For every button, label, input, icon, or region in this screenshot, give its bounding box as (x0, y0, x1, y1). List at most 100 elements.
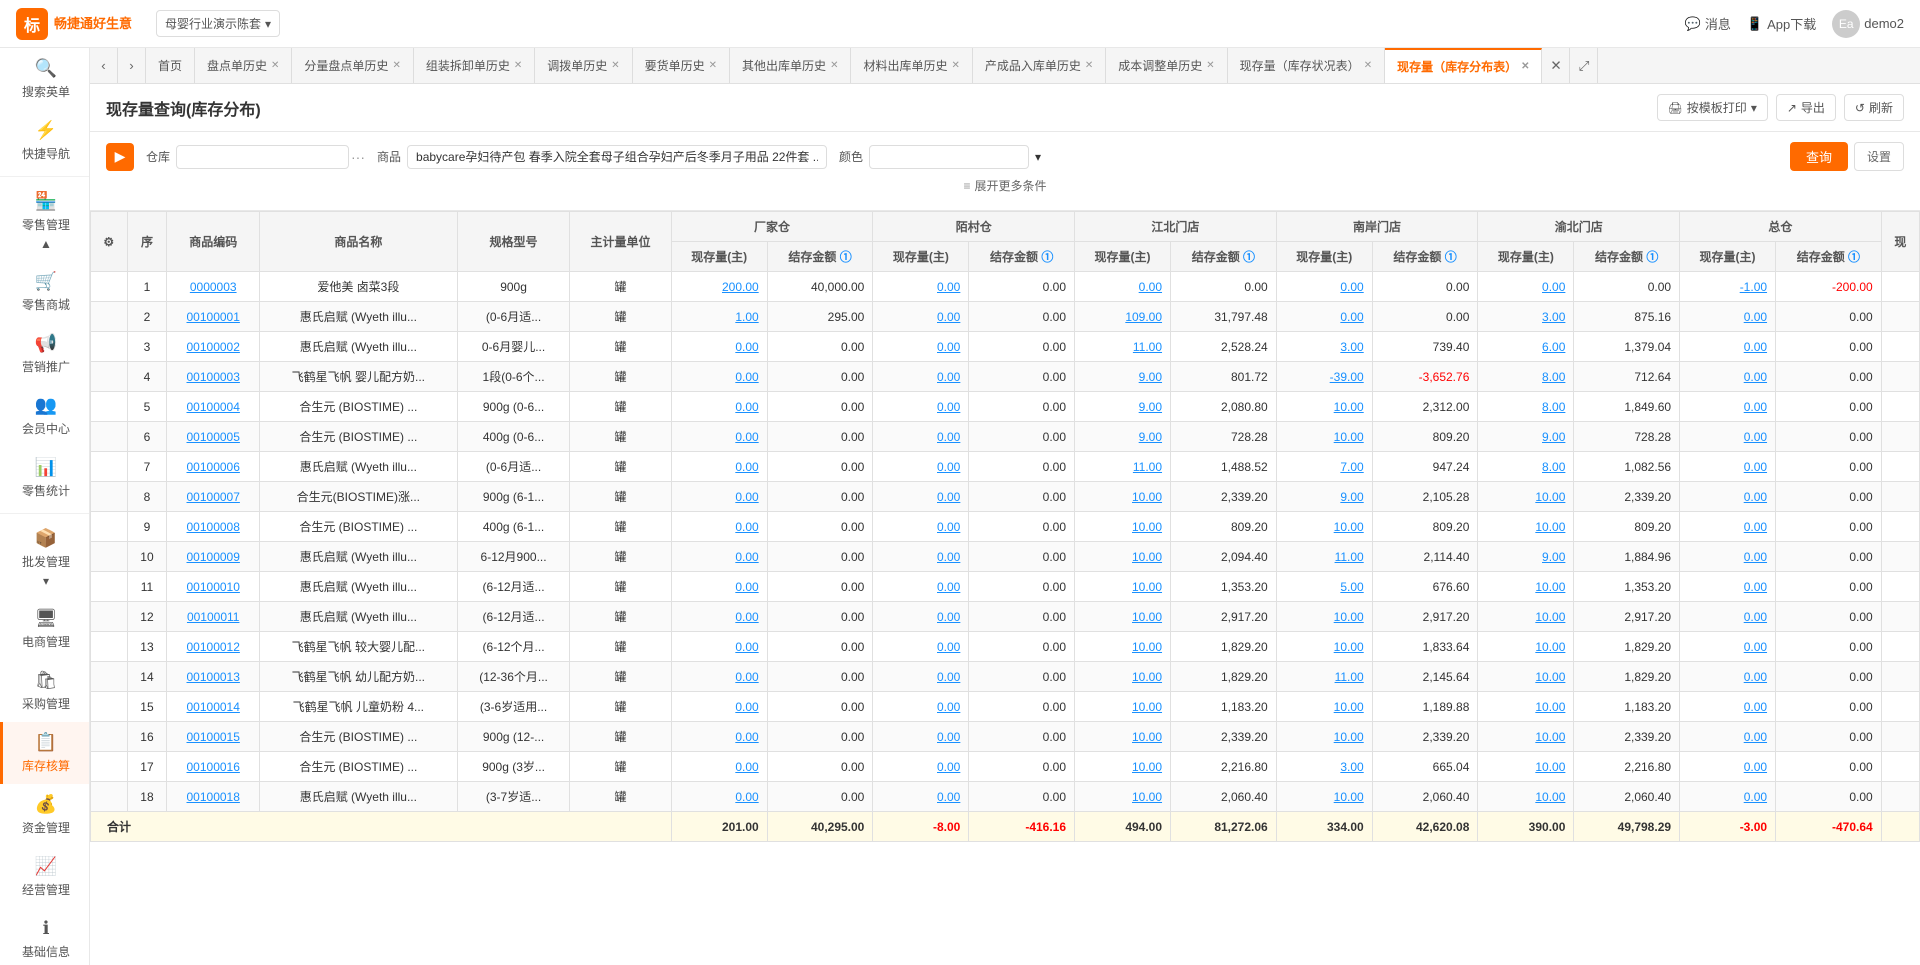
row-c1-qty[interactable]: 0.00 (671, 512, 767, 542)
row-c2-qty[interactable]: 0.00 (873, 782, 969, 812)
row-code[interactable]: 00100009 (167, 542, 260, 572)
row-code[interactable]: 00100001 (167, 302, 260, 332)
tab-stock-status[interactable]: 现存量（库存状况表） ✕ (1228, 48, 1385, 84)
row-c4-qty[interactable]: 10.00 (1276, 512, 1372, 542)
user-btn[interactable]: Ea demo2 (1832, 10, 1904, 38)
query-btn[interactable]: 查询 (1790, 142, 1848, 171)
row-c5-qty[interactable]: 10.00 (1478, 572, 1574, 602)
row-c3-qty[interactable]: 10.00 (1075, 602, 1171, 632)
row-total-qty[interactable]: 0.00 (1680, 752, 1776, 782)
sidebar-item-nav[interactable]: ⚡ 快捷导航 (0, 110, 89, 172)
row-c4-qty[interactable]: -39.00 (1276, 362, 1372, 392)
row-code[interactable]: 00100011 (167, 602, 260, 632)
row-c3-qty[interactable]: 10.00 (1075, 632, 1171, 662)
filter-expand-btn[interactable]: ▶ (106, 143, 134, 171)
tab-product-in[interactable]: 产成品入库单历史 ✕ (973, 48, 1106, 84)
row-c3-qty[interactable]: 10.00 (1075, 572, 1171, 602)
sidebar-item-purchase[interactable]: 🛍 采购管理 (0, 660, 89, 722)
row-c3-qty[interactable]: 10.00 (1075, 662, 1171, 692)
warehouse-dots-btn[interactable]: ··· (351, 149, 365, 165)
row-c1-qty[interactable]: 0.00 (671, 422, 767, 452)
row-c1-qty[interactable]: 0.00 (671, 362, 767, 392)
row-c4-qty[interactable]: 10.00 (1276, 422, 1372, 452)
row-c3-qty[interactable]: 10.00 (1075, 722, 1171, 752)
row-c3-qty[interactable]: 9.00 (1075, 362, 1171, 392)
tab-close-6[interactable]: ✕ (830, 60, 838, 71)
sidebar-item-finance[interactable]: 💰 资金管理 (0, 784, 89, 846)
row-c3-qty[interactable]: 9.00 (1075, 422, 1171, 452)
row-c2-qty[interactable]: 0.00 (873, 422, 969, 452)
row-c5-qty[interactable]: 8.00 (1478, 452, 1574, 482)
row-total-qty[interactable]: 0.00 (1680, 482, 1776, 512)
tab-cost-adjust[interactable]: 成本调整单历史 ✕ (1106, 48, 1227, 84)
row-c4-qty[interactable]: 0.00 (1276, 302, 1372, 332)
tab-other-out[interactable]: 其他出库单历史 ✕ (730, 48, 851, 84)
tab-material-out[interactable]: 材料出库单历史 ✕ (851, 48, 972, 84)
row-c4-qty[interactable]: 11.00 (1276, 662, 1372, 692)
row-code[interactable]: 00100003 (167, 362, 260, 392)
settings-btn[interactable]: 设置 (1854, 142, 1904, 171)
row-c4-qty[interactable]: 5.00 (1276, 572, 1372, 602)
sidebar-item-members[interactable]: 👥 会员中心 (0, 385, 89, 447)
row-c4-qty[interactable]: 11.00 (1276, 542, 1372, 572)
row-c2-qty[interactable]: 0.00 (873, 602, 969, 632)
row-c1-qty[interactable]: 0.00 (671, 572, 767, 602)
row-c2-qty[interactable]: 0.00 (873, 362, 969, 392)
sidebar-item-search[interactable]: 🔍 搜索英单 (0, 48, 89, 110)
row-code[interactable]: 00100008 (167, 512, 260, 542)
row-c1-qty[interactable]: 0.00 (671, 782, 767, 812)
row-c2-qty[interactable]: 0.00 (873, 632, 969, 662)
row-code[interactable]: 00100018 (167, 782, 260, 812)
row-c2-qty[interactable]: 0.00 (873, 752, 969, 782)
sidebar-item-mall[interactable]: 🛒 零售商城 (0, 261, 89, 323)
tab-close-5[interactable]: ✕ (709, 60, 717, 71)
tab-close-11[interactable]: ✕ (1521, 61, 1529, 72)
row-c5-qty[interactable]: 10.00 (1478, 782, 1574, 812)
row-c4-qty[interactable]: 3.00 (1276, 332, 1372, 362)
row-c1-qty[interactable]: 0.00 (671, 602, 767, 632)
row-c2-qty[interactable]: 0.00 (873, 272, 969, 302)
row-c2-qty[interactable]: 0.00 (873, 392, 969, 422)
row-c2-qty[interactable]: 0.00 (873, 302, 969, 332)
row-code[interactable]: 00100005 (167, 422, 260, 452)
row-total-qty[interactable]: 0.00 (1680, 422, 1776, 452)
row-c1-qty[interactable]: 0.00 (671, 392, 767, 422)
row-c4-qty[interactable]: 10.00 (1276, 722, 1372, 752)
row-c3-qty[interactable]: 10.00 (1075, 782, 1171, 812)
tab-close-2[interactable]: ✕ (392, 60, 400, 71)
row-code[interactable]: 00100004 (167, 392, 260, 422)
row-total-qty[interactable]: 0.00 (1680, 332, 1776, 362)
row-c5-qty[interactable]: 8.00 (1478, 392, 1574, 422)
row-c5-qty[interactable]: 0.00 (1478, 272, 1574, 302)
tab-expand-btn[interactable]: ⤢ (1570, 48, 1598, 84)
row-c2-qty[interactable]: 0.00 (873, 452, 969, 482)
sidebar-item-retail-mgmt[interactable]: 🏪 零售管理 ▲ (0, 181, 89, 261)
tab-portion-check[interactable]: 分量盘点单历史 ✕ (292, 48, 413, 84)
row-c2-qty[interactable]: 0.00 (873, 542, 969, 572)
sidebar-item-marketing[interactable]: 📢 营销推广 (0, 323, 89, 385)
row-c2-qty[interactable]: 0.00 (873, 332, 969, 362)
row-c4-qty[interactable]: 0.00 (1276, 272, 1372, 302)
row-c1-qty[interactable]: 0.00 (671, 692, 767, 722)
row-c5-qty[interactable]: 10.00 (1478, 752, 1574, 782)
row-c3-qty[interactable]: 9.00 (1075, 392, 1171, 422)
row-c5-qty[interactable]: 9.00 (1478, 542, 1574, 572)
row-c5-qty[interactable]: 10.00 (1478, 722, 1574, 752)
row-code[interactable]: 00100006 (167, 452, 260, 482)
row-code[interactable]: 00100007 (167, 482, 260, 512)
row-c5-qty[interactable]: 10.00 (1478, 662, 1574, 692)
refresh-btn[interactable]: ↺ 刷新 (1844, 94, 1904, 121)
row-c4-qty[interactable]: 3.00 (1276, 752, 1372, 782)
row-total-qty[interactable]: 0.00 (1680, 782, 1776, 812)
row-c4-qty[interactable]: 10.00 (1276, 392, 1372, 422)
row-c1-qty[interactable]: 0.00 (671, 452, 767, 482)
tab-close-7[interactable]: ✕ (951, 60, 959, 71)
row-c4-qty[interactable]: 9.00 (1276, 482, 1372, 512)
tab-next-btn[interactable]: › (118, 48, 146, 84)
tab-close-9[interactable]: ✕ (1206, 60, 1214, 71)
tab-order[interactable]: 要货单历史 ✕ (633, 48, 730, 84)
sidebar-item-operations[interactable]: 📈 经营管理 (0, 846, 89, 908)
print-btn[interactable]: 🖨 按模板打印 ▾ (1657, 94, 1768, 121)
row-c4-qty[interactable]: 10.00 (1276, 632, 1372, 662)
sidebar-item-retail-stats[interactable]: 📊 零售统计 (0, 447, 89, 509)
